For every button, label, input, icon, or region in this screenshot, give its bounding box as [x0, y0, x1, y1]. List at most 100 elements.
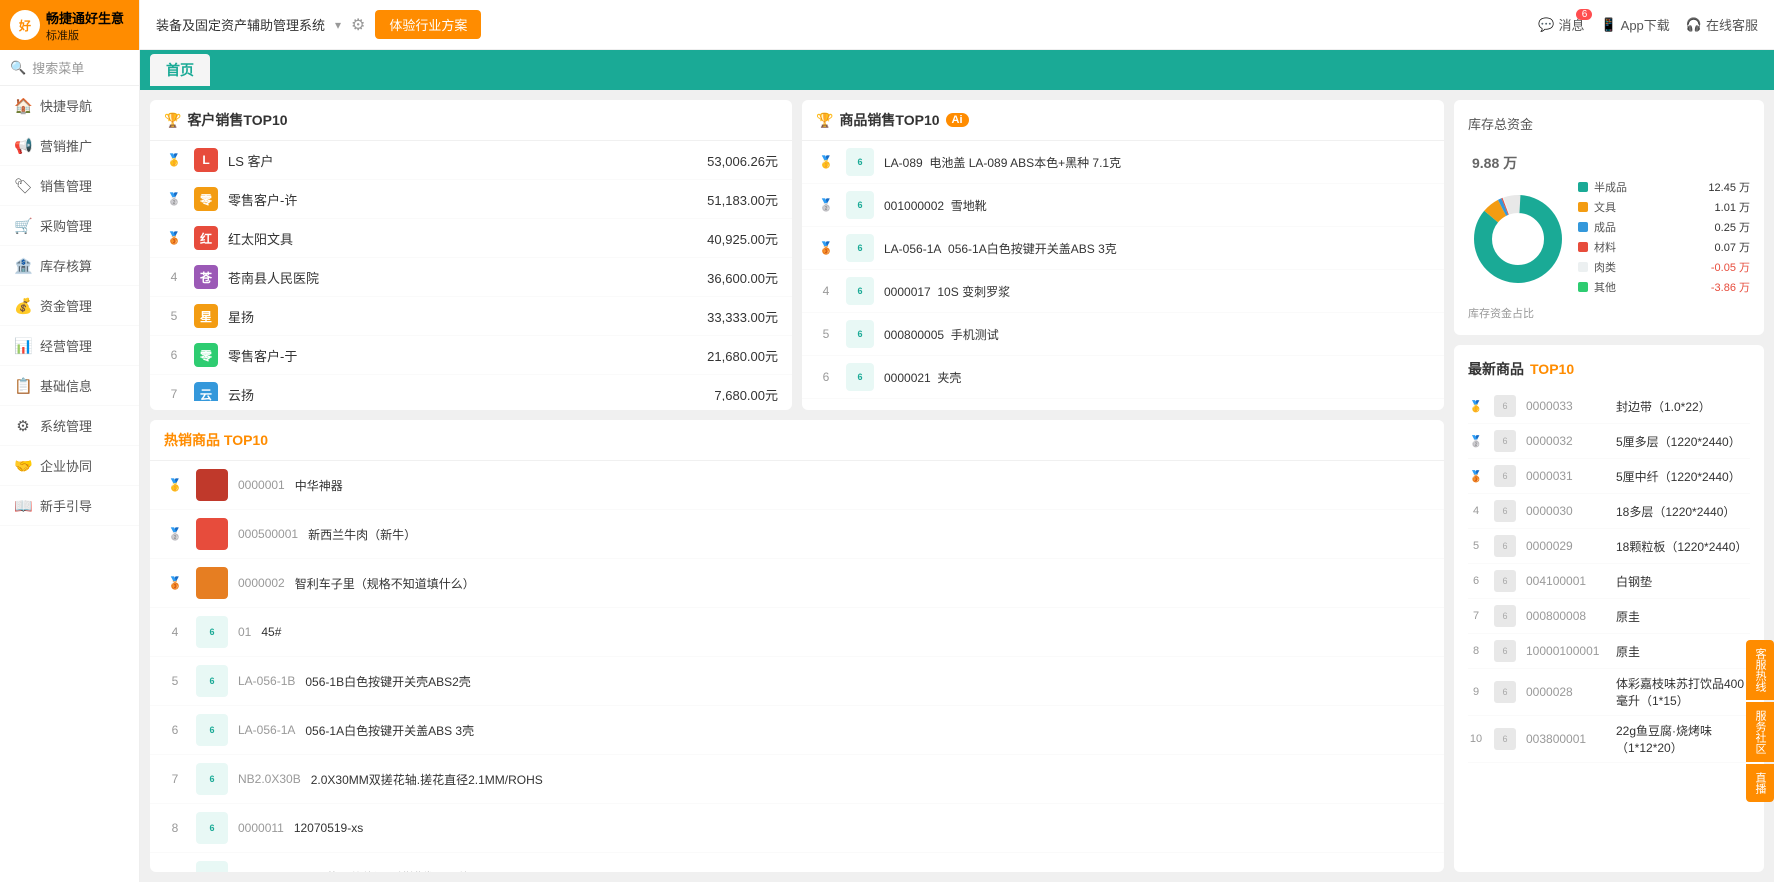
product-name: 白钢垫 [1616, 573, 1750, 590]
sidebar-item-label: 库存核算 [40, 256, 92, 275]
product-image: 6 [1494, 500, 1516, 522]
sidebar-item-basic-info[interactable]: 📋基础信息 [0, 366, 139, 406]
trial-button[interactable]: 体验行业方案 [375, 10, 481, 39]
headset-icon: 🎧 [1686, 17, 1702, 33]
app-download-button[interactable]: 📱 App下载 [1600, 15, 1669, 34]
cs-direct-button[interactable]: 直播 [1746, 764, 1774, 802]
sidebar-item-system[interactable]: ⚙系统管理 [0, 406, 139, 446]
sidebar-item-finance[interactable]: 💰资金管理 [0, 286, 139, 326]
right-panel: 库存总资金 9.88万 [1454, 90, 1774, 882]
customer-rank-list: 🥇 L LS 客户 53,006.26元 🥈 零 零售客户-许 51,183.0… [150, 141, 792, 401]
message-icon: 💬 [1538, 17, 1554, 33]
legend-value: 0.25 万 [1715, 219, 1750, 235]
product-name: 5厘多层（1220*2440） [1616, 433, 1750, 450]
product-code: 0000031 [1526, 469, 1606, 483]
logo-text: 畅捷通好生意 标准版 [46, 8, 124, 43]
sales-icon: 🏷 [14, 177, 32, 195]
customer-name: 零售客户-于 [228, 346, 697, 365]
gear-icon[interactable]: ⚙ [351, 15, 365, 35]
inventory-donut-chart [1468, 189, 1568, 289]
table-row: 🥉 6 LA-056-1A 056-1A白色按键开关盖ABS 3克 [802, 227, 1444, 270]
inventory-icon: 🏦 [14, 257, 32, 275]
product-name: 智利车子里（规格不知道填什么） [295, 575, 475, 592]
cs-hotline-button[interactable]: 客服热线 [1746, 640, 1774, 700]
table-row: 7 云 云扬 7,680.00元 [150, 375, 792, 401]
sidebar-search-label: 搜索菜单 [32, 58, 84, 77]
product-code: LA-056-1A [238, 723, 295, 737]
customer-rank-header: 🏆 客户销售TOP10 [150, 100, 792, 141]
sidebar-item-guide[interactable]: 📖新手引导 [0, 486, 139, 526]
rank-number: 🥇 [164, 153, 184, 167]
list-item: 9 6 0000028 体彩嘉枝味苏打饮品400毫升（1*15） [1468, 669, 1750, 716]
content: 🏆 客户销售TOP10 🥇 L LS 客户 53,006.26元 🥈 零 零售客… [140, 90, 1774, 882]
product-name: 2.0X30MM双搓花轴.搓花直径2.1MM/ROHS [311, 771, 543, 788]
list-item: 6 6 LA-056-1A 056-1A白色按键开关盖ABS 3壳 [150, 706, 1444, 755]
topbar: 装备及固定资产辅助管理系统 ▾ ⚙ 体验行业方案 💬 消息 6 📱 App下载 … [140, 0, 1774, 50]
product-name: 18颗粒板（1220*2440） [1616, 538, 1750, 555]
list-item: 🥇 0000001 中华神器 [150, 461, 1444, 510]
list-item: 8 6 10000100001 原圭 [1468, 634, 1750, 669]
sidebar-item-label: 销售管理 [40, 176, 92, 195]
sidebar-item-inventory[interactable]: 🏦 库存核算 [0, 246, 139, 286]
product-code: 000500001 [238, 527, 298, 541]
hot-products-title: 热销商品 TOP10 [164, 432, 268, 448]
product-code: 0000029 [1526, 539, 1606, 553]
product-rank-list: 🥇 6 LA-089 电池盖 LA-089 ABS本色+黑种 7.1克 🥈 6 … [802, 141, 1444, 401]
sidebar-item-sales[interactable]: 🏷 销售管理 [0, 166, 139, 206]
product-code: 0000001 [238, 478, 285, 492]
rank-number: 7 [1468, 610, 1484, 622]
rank-number: 4 [816, 284, 836, 298]
product-image: 6 [1494, 681, 1516, 703]
legend-name: 其他 [1594, 279, 1705, 295]
service-button[interactable]: 🎧 在线客服 [1686, 15, 1758, 34]
customer-name: 星扬 [228, 307, 697, 326]
tab-home[interactable]: 首页 [150, 54, 210, 86]
top-panels: 🏆 客户销售TOP10 🥇 L LS 客户 53,006.26元 🥈 零 零售客… [150, 100, 1444, 410]
rank-number: 7 [164, 387, 184, 401]
customer-name: 零售客户-许 [228, 190, 697, 209]
sidebar-item-marketing[interactable]: 📢营销推广 [0, 126, 139, 166]
rank-number: 🥈 [164, 192, 184, 206]
product-code: KK-SD22110H [238, 870, 316, 872]
sidebar-item-quick-nav[interactable]: 🏠快捷导航 [0, 86, 139, 126]
product-image: 6 [1494, 605, 1516, 627]
sidebar-item-operations[interactable]: 📊经营管理 [0, 326, 139, 366]
product-name: LA-089 电池盖 LA-089 ABS本色+黑种 7.1克 [884, 154, 1430, 171]
message-button[interactable]: 💬 消息 6 [1538, 15, 1584, 34]
legend-color [1578, 282, 1588, 292]
rank-number: 8 [164, 821, 186, 835]
legend-color [1578, 242, 1588, 252]
rank-number: 10 [1468, 733, 1484, 745]
product-image: 6 [196, 616, 228, 648]
product-code: 003800001 [1526, 732, 1606, 746]
purchase-icon: 🛒 [14, 217, 32, 235]
rank-number: 5 [164, 674, 186, 688]
product-code: 000800008 [1526, 609, 1606, 623]
rank-number: 🥇 [164, 478, 186, 492]
sidebar-item-purchase[interactable]: 🛒采购管理 [0, 206, 139, 246]
finance-icon: 💰 [14, 297, 32, 315]
sidebar-item-label: 新手引导 [40, 496, 92, 515]
list-item: 6 6 004100001 白钢垫 [1468, 564, 1750, 599]
sidebar-search[interactable]: 🔍 搜索菜单 [0, 50, 139, 86]
product-image: 6 [196, 861, 228, 872]
rank-number: 🥉 [816, 241, 836, 255]
product-image: 6 [846, 234, 874, 262]
legend-color [1578, 182, 1588, 192]
rank-number: 5 [816, 327, 836, 341]
chevron-down-icon: ▾ [335, 18, 341, 32]
sidebar-logo: 好 畅捷通好生意 标准版 [0, 0, 139, 50]
table-row: 6 6 0000021 夹壳 [802, 356, 1444, 399]
trophy-icon-2: 🏆 [816, 112, 833, 129]
product-name: 0000021 夹壳 [884, 369, 1430, 386]
customer-value: 51,183.00元 [707, 190, 778, 209]
cs-service-button[interactable]: 服务社区 [1746, 702, 1774, 762]
inventory-amount: 9.88万 [1468, 143, 1750, 175]
product-name: 体彩嘉枝味苏打饮品400毫升（1*15） [1616, 675, 1750, 709]
sidebar-item-cooperation[interactable]: 🤝企业协同 [0, 446, 139, 486]
product-code: 0000032 [1526, 434, 1606, 448]
avatar: 红 [194, 226, 218, 250]
inventory-legend-item: 半成品 12.45 万 [1578, 179, 1750, 195]
product-image: 6 [1494, 728, 1516, 750]
product-image: 6 [1494, 465, 1516, 487]
